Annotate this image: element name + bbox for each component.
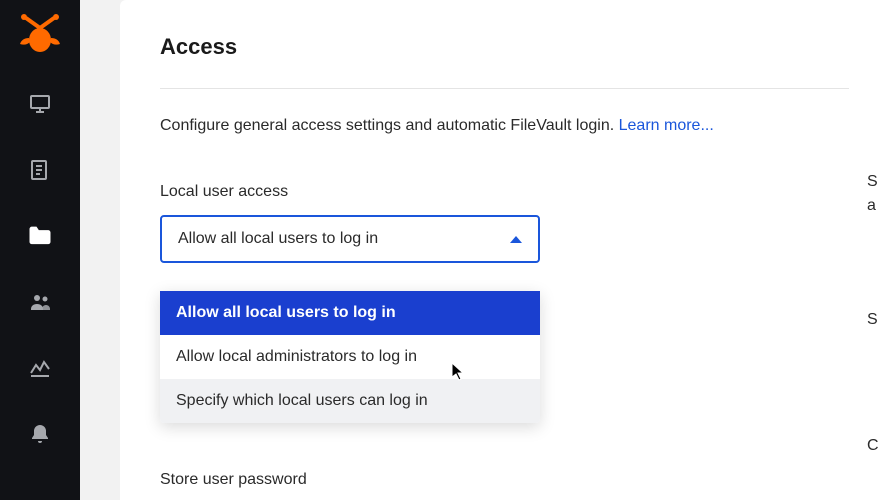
local-user-access-select[interactable]: Allow all local users to log in: [160, 215, 540, 263]
right-column-fragments: S a S C: [867, 170, 889, 458]
store-password-label: Store user password: [160, 471, 849, 489]
dropdown-option-allow-all[interactable]: Allow all local users to log in: [160, 291, 540, 335]
users-icon[interactable]: [20, 282, 60, 322]
activity-icon[interactable]: [20, 348, 60, 388]
monitor-icon[interactable]: [20, 84, 60, 124]
page-title: Access: [160, 34, 849, 60]
logo-icon: [16, 14, 64, 58]
document-icon[interactable]: [20, 150, 60, 190]
fragment-text: a: [867, 194, 889, 218]
dropdown-option-specify-users[interactable]: Specify which local users can log in: [160, 379, 540, 423]
divider: [160, 88, 849, 89]
description-text: Configure general access settings and au…: [160, 117, 619, 134]
fragment-text: C: [867, 434, 889, 458]
sidebar: [0, 0, 80, 500]
folder-icon[interactable]: [20, 216, 60, 256]
chevron-up-icon: [510, 236, 522, 243]
bell-icon[interactable]: [20, 414, 60, 454]
main-panel: Access Configure general access settings…: [120, 0, 889, 500]
fragment-text: S: [867, 170, 889, 194]
fragment-text: S: [867, 308, 889, 332]
learn-more-link[interactable]: Learn more...: [619, 117, 714, 134]
local-user-access-label: Local user access: [160, 183, 849, 201]
dropdown-option-allow-admins[interactable]: Allow local administrators to log in: [160, 335, 540, 379]
select-value: Allow all local users to log in: [178, 230, 378, 248]
local-user-access-dropdown: Allow all local users to log in Allow lo…: [160, 291, 540, 423]
page-description: Configure general access settings and au…: [160, 117, 849, 135]
